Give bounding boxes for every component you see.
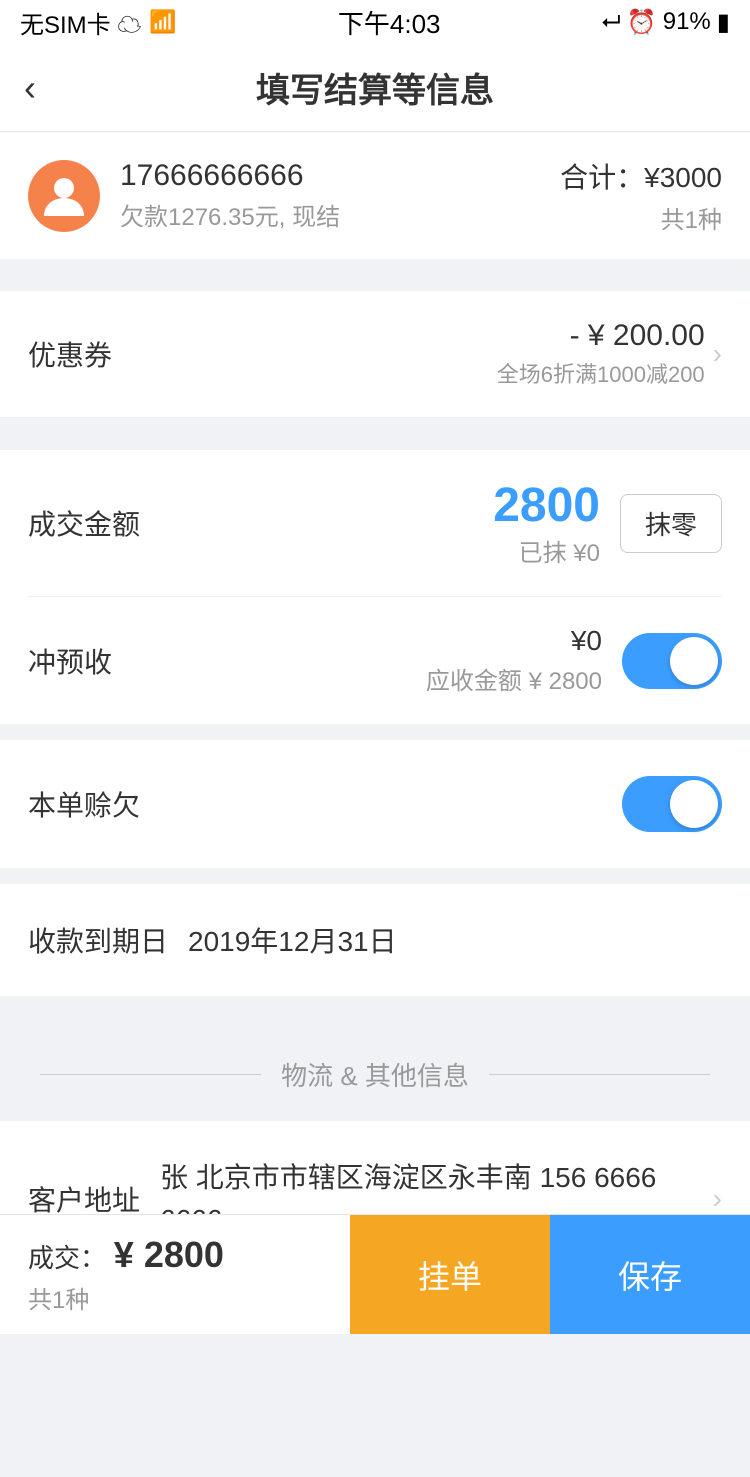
logistics-divider: 物流 & 其他信息 bbox=[0, 1028, 750, 1121]
section-gap-2 bbox=[0, 724, 750, 740]
debt-row: 本单赊欠 bbox=[28, 740, 722, 868]
duedate-section: 收款到期日 2019年12月31日 bbox=[0, 884, 750, 996]
coupon-row[interactable]: 优惠券 - ¥ 200.00 全场6折满1000减200 › bbox=[0, 291, 750, 418]
customer-row: 17666666666 欠款1276.35元, 现结 合计：¥3000 共1种 bbox=[0, 132, 750, 259]
coupon-label: 优惠券 bbox=[28, 334, 112, 374]
pre-receive-amount: ¥0 bbox=[426, 625, 602, 657]
alarm-icon: ⏰ bbox=[627, 8, 657, 37]
nav-bar: ‹ 填写结算等信息 bbox=[0, 44, 750, 132]
debt-toggle-knob bbox=[670, 780, 718, 828]
user-icon bbox=[40, 172, 88, 220]
logistics-line-right bbox=[489, 1074, 710, 1075]
pre-receive-row: 冲预收 ¥0 应收金额 ¥ 2800 bbox=[28, 597, 722, 724]
customer-sub-info: 欠款1276.35元, 现结 bbox=[120, 197, 340, 232]
pre-amount-block: ¥0 应收金额 ¥ 2800 bbox=[426, 625, 602, 696]
logistics-line-left bbox=[40, 1074, 261, 1075]
pre-receive-sub: 应收金额 ¥ 2800 bbox=[426, 661, 602, 696]
bottom-actions: 挂单 保存 bbox=[350, 1215, 750, 1334]
pre-receive-toggle[interactable] bbox=[622, 633, 722, 689]
coupon-discount: - ¥ 200.00 bbox=[497, 319, 705, 353]
wifi-icon: 📶 bbox=[149, 9, 176, 35]
logistics-text: 物流 & 其他信息 bbox=[281, 1056, 469, 1093]
avatar bbox=[28, 160, 100, 232]
customer-count: 共1种 bbox=[560, 200, 722, 235]
customer-phone: 17666666666 bbox=[120, 159, 340, 193]
round-zero-button[interactable]: 抹零 bbox=[620, 494, 722, 553]
bottom-left: 成交： ¥ 2800 共1种 bbox=[0, 1234, 350, 1315]
pre-receive-right: ¥0 应收金额 ¥ 2800 bbox=[426, 625, 722, 696]
customer-right: 合计：¥3000 共1种 bbox=[560, 156, 722, 235]
page-title: 填写结算等信息 bbox=[256, 63, 494, 112]
duedate-value: 2019年12月31日 bbox=[188, 920, 397, 960]
status-time: 下午4:03 bbox=[338, 4, 441, 41]
customer-section: 17666666666 欠款1276.35元, 现结 合计：¥3000 共1种 bbox=[0, 132, 750, 259]
status-left: 无SIM卡 ☁ 📶 bbox=[20, 5, 177, 40]
customer-info: 17666666666 欠款1276.35元, 现结 bbox=[120, 159, 340, 232]
coupon-section[interactable]: 优惠券 - ¥ 200.00 全场6折满1000减200 › bbox=[0, 291, 750, 418]
duedate-row: 收款到期日 2019年12月31日 bbox=[28, 884, 722, 996]
bottom-total-amount: ¥ 2800 bbox=[114, 1234, 224, 1275]
back-button[interactable]: ‹ bbox=[24, 67, 36, 109]
amount-label: 成交金额 bbox=[28, 503, 140, 543]
section-gap-3 bbox=[0, 1012, 750, 1028]
duedate-label: 收款到期日 bbox=[28, 920, 168, 960]
customer-left: 17666666666 欠款1276.35元, 现结 bbox=[28, 159, 340, 232]
hang-button[interactable]: 挂单 bbox=[350, 1215, 550, 1334]
battery-icon: ▮ bbox=[717, 8, 730, 37]
location-icon: ⮠ bbox=[602, 8, 621, 36]
bottom-total-label: 成交： bbox=[28, 1243, 106, 1273]
debt-label: 本单赊欠 bbox=[28, 784, 140, 824]
customer-total: 合计：¥3000 bbox=[560, 156, 722, 196]
amount-erased: 已抹 ¥0 bbox=[493, 533, 600, 568]
debt-section: 本单赊欠 bbox=[0, 740, 750, 868]
coupon-desc: 全场6折满1000减200 bbox=[497, 357, 705, 389]
amount-section: 成交金额 2800 已抹 ¥0 抹零 冲预收 ¥0 应收金额 ¥ 2800 bbox=[0, 450, 750, 724]
amount-row: 成交金额 2800 已抹 ¥0 抹零 bbox=[28, 450, 722, 597]
section-gap-1 bbox=[0, 434, 750, 450]
divider-1 bbox=[0, 275, 750, 291]
no-sim-label: 无SIM卡 ☁ bbox=[20, 5, 141, 40]
status-bar: 无SIM卡 ☁ 📶 下午4:03 ⮠ ⏰ 91% ▮ bbox=[0, 0, 750, 44]
chevron-right-icon: › bbox=[713, 338, 722, 370]
battery-label: 91% bbox=[663, 8, 711, 36]
status-right: ⮠ ⏰ 91% ▮ bbox=[602, 8, 730, 37]
coupon-right: - ¥ 200.00 全场6折满1000减200 › bbox=[497, 319, 722, 389]
address-chevron-icon: › bbox=[713, 1183, 722, 1215]
amount-value-wrapper: 2800 已抹 ¥0 bbox=[493, 478, 600, 568]
bottom-count: 共1种 bbox=[28, 1280, 322, 1315]
pre-receive-label: 冲预收 bbox=[28, 641, 112, 681]
bottom-bar: 成交： ¥ 2800 共1种 挂单 保存 bbox=[0, 1214, 750, 1334]
debt-toggle[interactable] bbox=[622, 776, 722, 832]
bottom-total-row: 成交： ¥ 2800 bbox=[28, 1234, 322, 1276]
amount-right: 2800 已抹 ¥0 抹零 bbox=[493, 478, 722, 568]
amount-value: 2800 bbox=[493, 478, 600, 533]
save-button[interactable]: 保存 bbox=[550, 1215, 750, 1334]
address-label: 客户地址 bbox=[28, 1179, 140, 1219]
toggle-knob bbox=[670, 637, 718, 685]
